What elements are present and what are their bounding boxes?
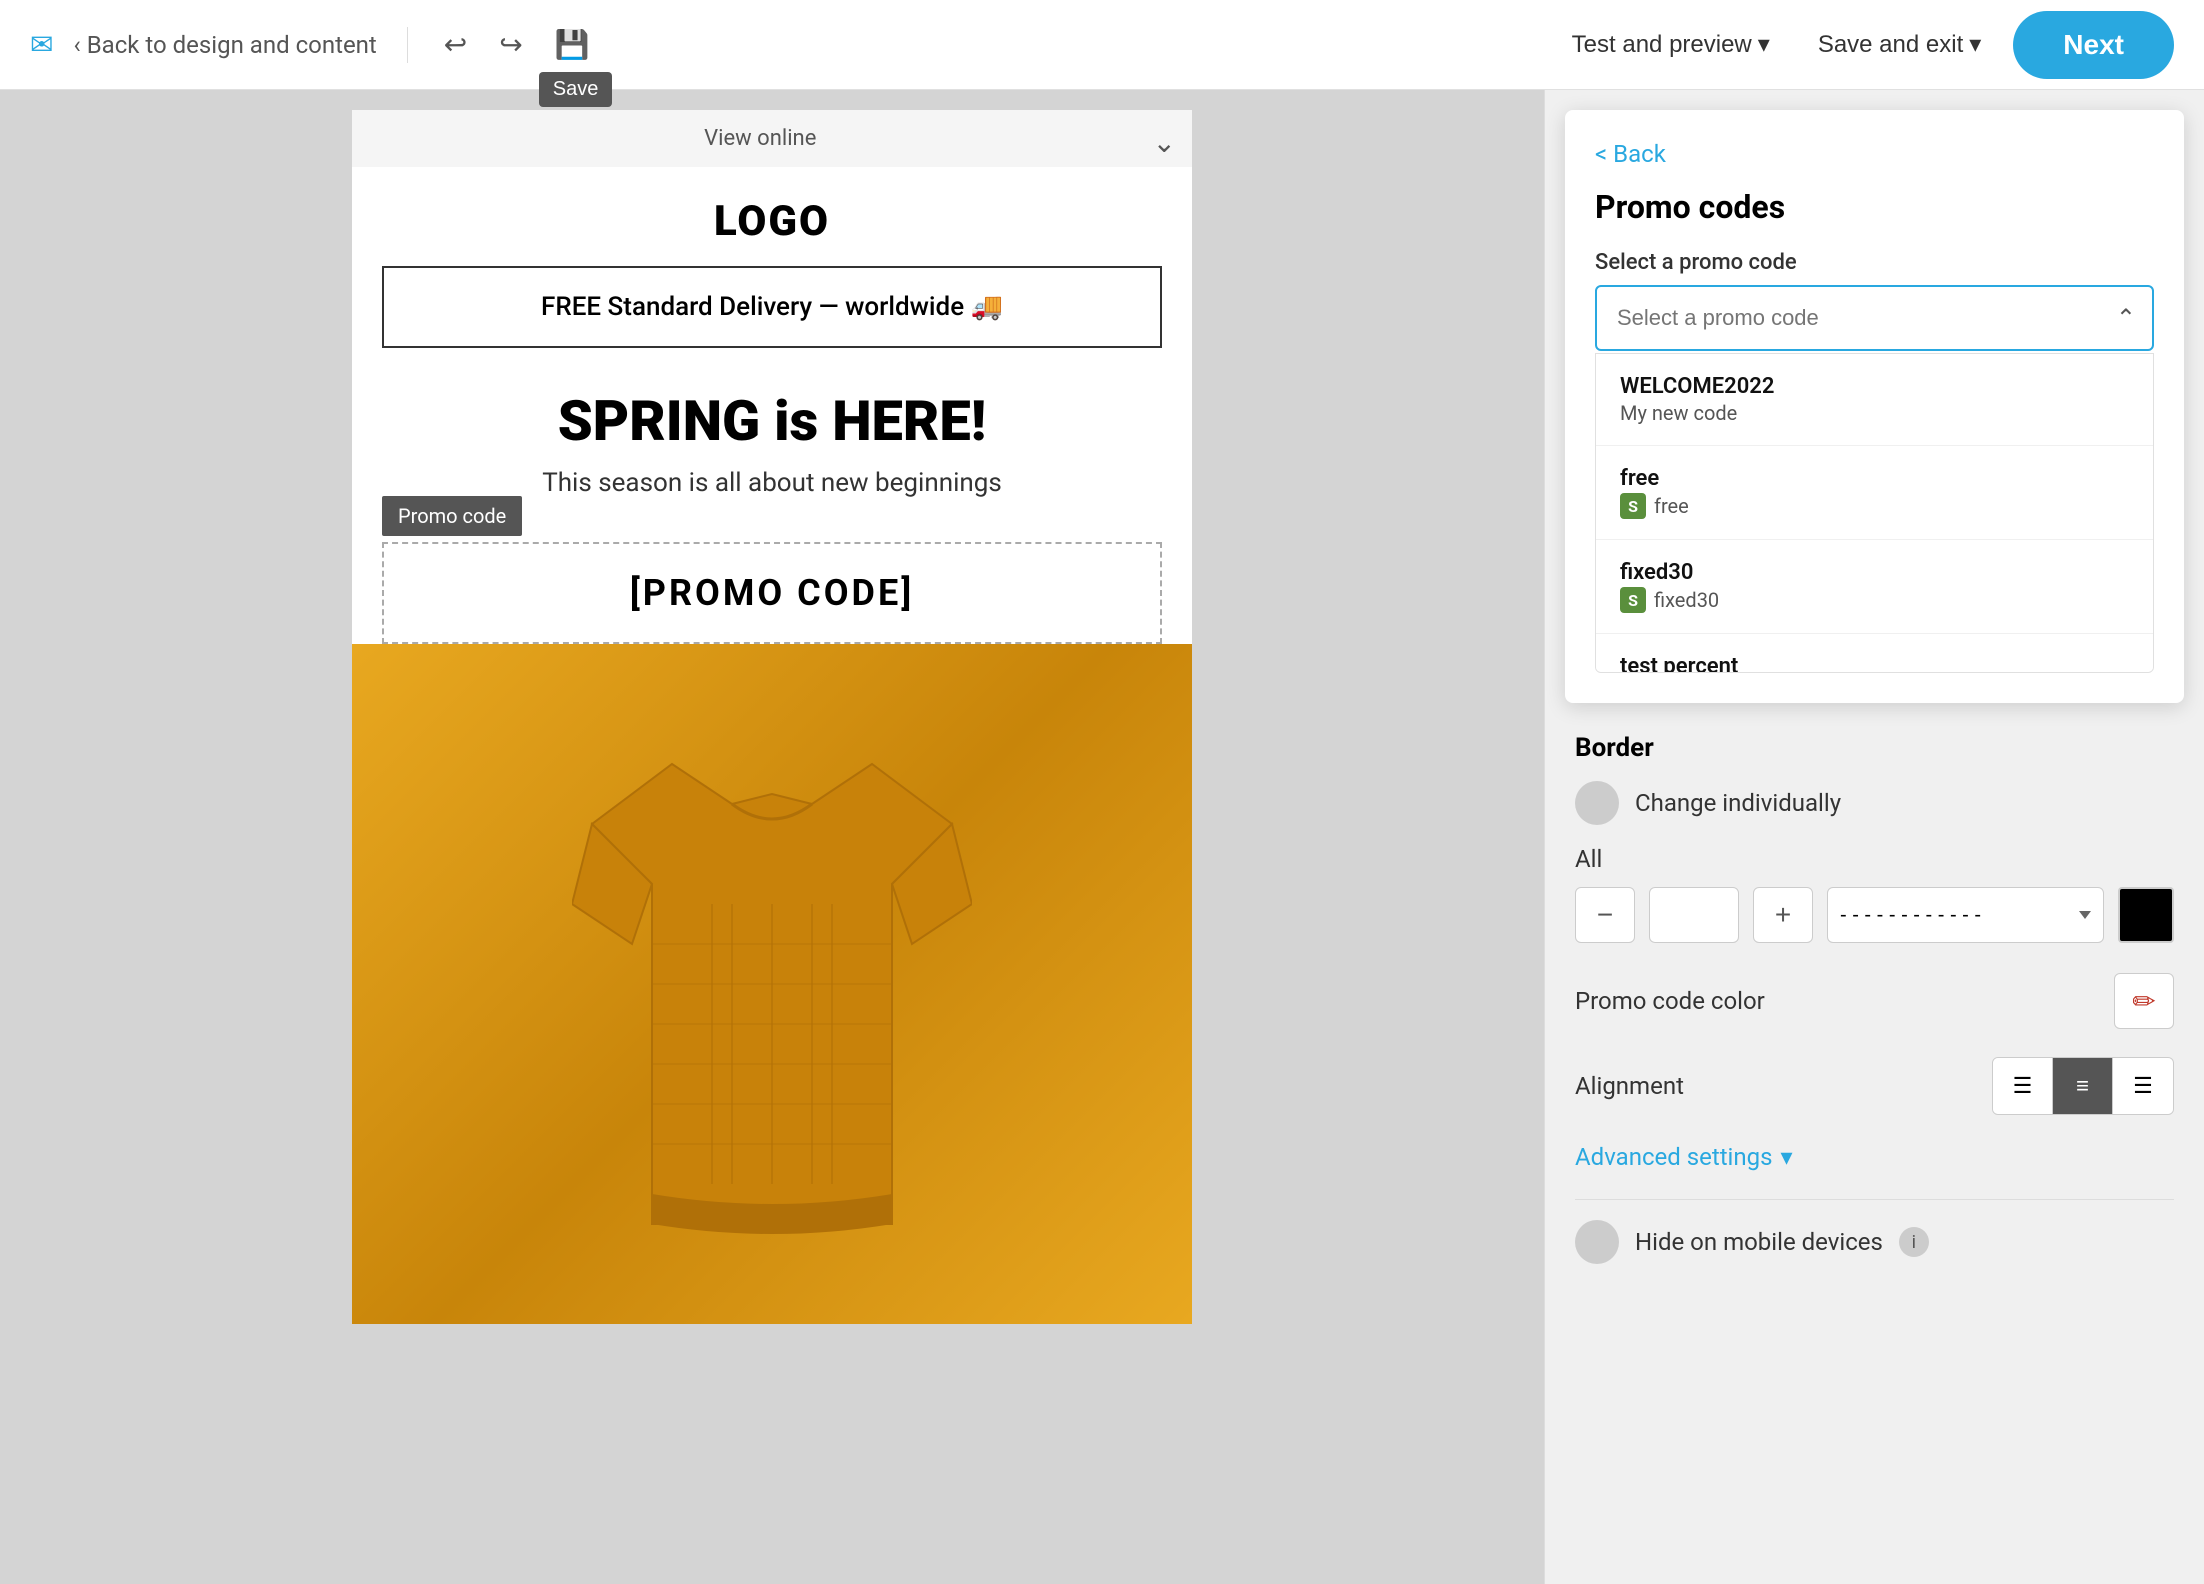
- change-individually-toggle[interactable]: [1575, 781, 1619, 825]
- sweater-svg: [572, 704, 972, 1264]
- delivery-banner: FREE Standard Delivery — worldwide 🚚: [382, 266, 1162, 348]
- promo-code-box[interactable]: [PROMO CODE]: [382, 542, 1162, 644]
- hide-mobile-row: Hide on mobile devices i: [1575, 1220, 2174, 1264]
- border-section-label: Border: [1575, 733, 2174, 763]
- promo-select-input[interactable]: [1597, 287, 2152, 349]
- email-logo: LOGO: [352, 167, 1192, 266]
- spring-subtitle: This season is all about new beginnings: [382, 468, 1162, 498]
- shopify-code-name: fixed30: [1654, 588, 1719, 612]
- dropdown-chevron-icon: ⌄: [1153, 126, 1176, 159]
- change-individually-label: Change individually: [1635, 789, 1841, 817]
- topnav: ✉ ‹ Back to design and content ↩ ↪ 💾 Sav…: [0, 0, 2204, 90]
- panel-title: Promo codes: [1595, 188, 2154, 226]
- sweater-image: [352, 644, 1192, 1324]
- hide-mobile-toggle[interactable]: [1575, 1220, 1619, 1264]
- panel-back-link[interactable]: < Back: [1595, 140, 2154, 168]
- save-tooltip: Save: [539, 72, 613, 107]
- back-to-design-label: Back to design and content: [87, 31, 377, 59]
- shopify-badge: S: [1620, 493, 1646, 519]
- alignment-buttons: ☰ ≡ ☰: [1992, 1057, 2174, 1115]
- test-preview-button[interactable]: Test and preview ▾: [1556, 22, 1786, 67]
- pencil-icon: ✏: [2132, 985, 2155, 1018]
- spring-title: SPRING is HERE!: [382, 388, 1162, 454]
- spring-section: SPRING is HERE! This season is all about…: [352, 348, 1192, 542]
- alignment-label: Alignment: [1575, 1072, 1684, 1100]
- promo-item-desc: My new code: [1620, 401, 2129, 425]
- border-color-swatch[interactable]: [2118, 887, 2174, 943]
- select-label: Select a promo code: [1595, 250, 2154, 275]
- save-exit-button[interactable]: Save and exit ▾: [1802, 22, 1997, 67]
- view-online-text: View online: [704, 126, 816, 151]
- advanced-settings-link[interactable]: Advanced settings ▾: [1575, 1143, 2174, 1171]
- change-individually-row: Change individually: [1575, 781, 2174, 825]
- view-online-bar[interactable]: View online ⌄: [352, 110, 1192, 167]
- promo-code-badge: Promo code: [382, 496, 522, 536]
- settings-section: Border Change individually All − + - - -…: [1545, 703, 2204, 1294]
- email-preview-area: View online ⌄ LOGO FREE Standard Deliver…: [0, 90, 1544, 1584]
- border-value-input[interactable]: [1649, 887, 1739, 943]
- save-exit-arrow: ▾: [1969, 30, 1981, 59]
- promo-item-free[interactable]: free S free: [1596, 446, 2153, 540]
- info-icon[interactable]: i: [1899, 1227, 1929, 1257]
- promo-panel: < Back Promo codes Select a promo code ⌃…: [1565, 110, 2184, 703]
- promo-code-text: [PROMO CODE]: [412, 572, 1132, 614]
- all-label: All: [1575, 845, 2174, 873]
- save-icon-button[interactable]: 💾 Save: [549, 22, 596, 67]
- shopify-badge: S: [1620, 587, 1646, 613]
- right-panel: < Back Promo codes Select a promo code ⌃…: [1544, 90, 2204, 1584]
- promo-item-name: test percent: [1620, 654, 2129, 673]
- promo-item-fixed30[interactable]: fixed30 S fixed30: [1596, 540, 2153, 634]
- promo-item-name: fixed30: [1620, 560, 2129, 585]
- align-left-button[interactable]: ☰: [1993, 1058, 2053, 1114]
- border-minus-button[interactable]: −: [1575, 887, 1635, 943]
- divider: [1575, 1199, 2174, 1200]
- promo-item-name: free: [1620, 466, 2129, 491]
- save-exit-label: Save and exit: [1818, 31, 1963, 59]
- topnav-right: Test and preview ▾ Save and exit ▾ Next: [1556, 11, 2174, 79]
- back-to-design-link[interactable]: ‹ Back to design and content: [73, 31, 376, 59]
- promo-color-row: Promo code color ✏: [1575, 973, 2174, 1029]
- email-icon: ✉: [30, 28, 53, 61]
- redo-button[interactable]: ↪: [493, 22, 528, 67]
- undo-button[interactable]: ↩: [438, 22, 473, 67]
- test-preview-label: Test and preview: [1572, 31, 1752, 59]
- border-style-select[interactable]: - - - - - - - - - - - - ———————— · · · ·…: [1827, 887, 2104, 943]
- promo-dropdown-list: WELCOME2022 My new code free S free fixe…: [1595, 353, 2154, 673]
- promo-item-shopify: S fixed30: [1620, 587, 2129, 613]
- promo-item-testpercent[interactable]: test percent S test percent: [1596, 634, 2153, 673]
- shopify-code-name: free: [1654, 494, 1689, 518]
- alignment-row: Alignment ☰ ≡ ☰: [1575, 1057, 2174, 1115]
- align-right-button[interactable]: ☰: [2113, 1058, 2173, 1114]
- topnav-left: ✉ ‹ Back to design and content ↩ ↪ 💾 Sav…: [30, 22, 596, 67]
- promo-item-name: WELCOME2022: [1620, 374, 2129, 399]
- main-layout: View online ⌄ LOGO FREE Standard Deliver…: [0, 90, 2204, 1584]
- border-plus-button[interactable]: +: [1753, 887, 1813, 943]
- next-button[interactable]: Next: [2013, 11, 2174, 79]
- promo-color-swatch[interactable]: ✏: [2114, 973, 2174, 1029]
- chevron-left-icon: ‹: [73, 31, 80, 59]
- nav-divider: [407, 27, 408, 63]
- hide-mobile-label: Hide on mobile devices: [1635, 1228, 1883, 1256]
- test-preview-arrow: ▾: [1758, 30, 1770, 59]
- promo-color-label: Promo code color: [1575, 987, 1765, 1015]
- promo-item-shopify: S free: [1620, 493, 2129, 519]
- align-center-button[interactable]: ≡: [2053, 1058, 2113, 1114]
- email-container: View online ⌄ LOGO FREE Standard Deliver…: [352, 110, 1192, 1324]
- advanced-settings-arrow: ▾: [1781, 1143, 1793, 1171]
- promo-select-wrapper[interactable]: ⌃: [1595, 285, 2154, 351]
- promo-item-welcome2022[interactable]: WELCOME2022 My new code: [1596, 354, 2153, 446]
- border-controls: − + - - - - - - - - - - - - ———————— · ·…: [1575, 887, 2174, 943]
- advanced-settings-label: Advanced settings: [1575, 1143, 1773, 1171]
